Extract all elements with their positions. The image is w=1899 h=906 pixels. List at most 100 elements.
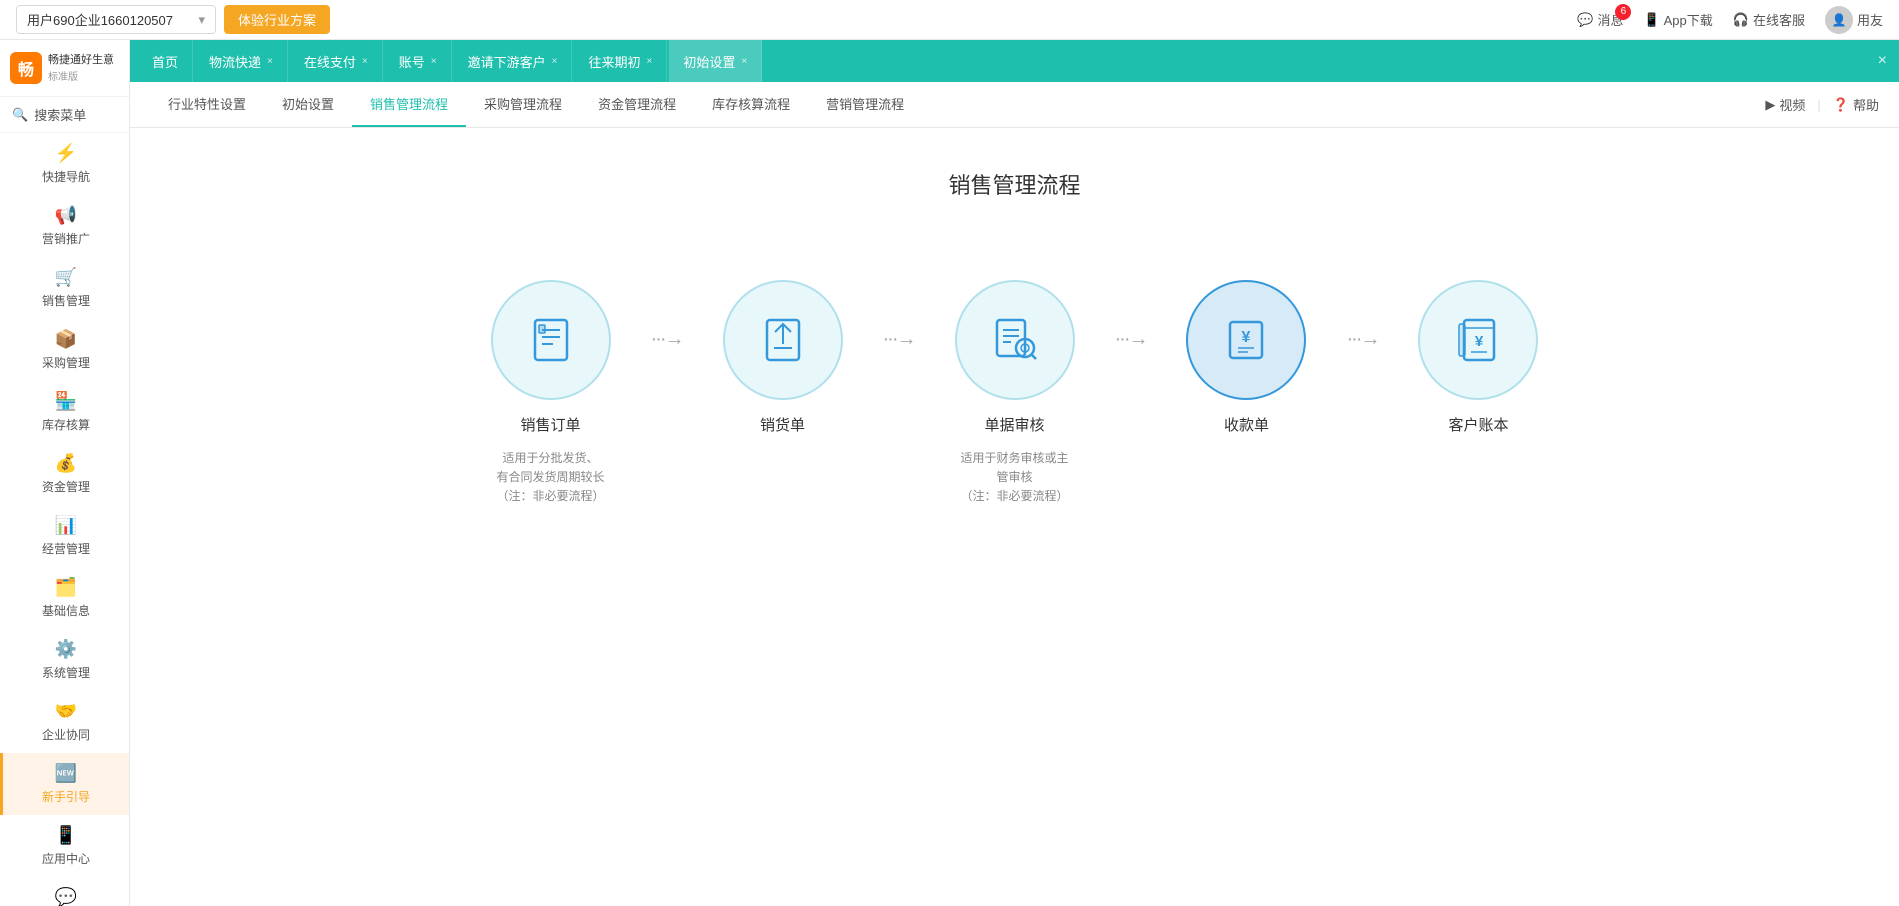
nav-tabs: 首页 物流快递 × 在线支付 × 账号 × 邀请下游客户 × 往来期初 × [130, 40, 1899, 82]
sidebar-item-label: 企业协同 [42, 726, 90, 743]
sidebar-item-ops[interactable]: 📊 经营管理 [0, 505, 129, 567]
sales-order-label: 销售订单 [521, 414, 581, 435]
marketing-icon: 📢 [55, 205, 77, 226]
app-download-icon: 📱 [1643, 12, 1659, 28]
flow-step-doc-review: 单据审核 适用于财务审核或主 管审核 （注：非必要流程） [915, 280, 1115, 507]
flow-step-sales-order: 销售订单 适用于分批发货、 有合同发货周期较长 （注：非必要流程） [451, 280, 651, 507]
help-action[interactable]: ❓ 帮助 [1833, 95, 1879, 114]
experience-btn[interactable]: 体验行业方案 [224, 5, 330, 34]
sidebar-item-inventory[interactable]: 🏪 库存核算 [0, 381, 129, 443]
arrow-1: ···→ [651, 280, 683, 351]
close-logistics-icon[interactable]: × [267, 56, 273, 67]
finance-icon: 💰 [55, 453, 77, 474]
logo-icon: 畅 [10, 52, 42, 84]
video-label: 视频 [1779, 95, 1805, 114]
message-icon-item[interactable]: 💬 消息 6 [1577, 10, 1623, 29]
app-center-icon: 📱 [55, 825, 77, 846]
flow-step-customer-ledger: ¥ 客户账本 [1378, 280, 1578, 435]
help-label: 帮助 [1853, 95, 1879, 114]
sys-icon: ⚙️ [55, 639, 77, 660]
sidebar-item-enterprise-collab[interactable]: 🤝 企业协同 [0, 691, 129, 753]
sidebar-item-finance[interactable]: 💰 资金管理 [0, 443, 129, 505]
nav-tab-home[interactable]: 首页 [138, 40, 193, 82]
sidebar-item-label: 经营管理 [42, 540, 90, 557]
sub-tab-actions: ▶ 视频 | ❓ 帮助 [1765, 95, 1879, 114]
receipt-circle: ¥ [1186, 280, 1306, 400]
search-menu[interactable]: 🔍 搜索菜单 [0, 97, 129, 133]
video-action[interactable]: ▶ 视频 [1765, 95, 1805, 114]
sub-tabs: 行业特性设置 初始设置 销售管理流程 采购管理流程 资金管理流程 库存核算流程 … [130, 82, 1899, 128]
user-avatar-item[interactable]: 👤 用友 [1825, 6, 1883, 34]
doc-review-circle [955, 280, 1075, 400]
sidebar-item-basic-info[interactable]: 🗂️ 基础信息 [0, 567, 129, 629]
sidebar-item-app-center[interactable]: 📱 应用中心 [0, 815, 129, 877]
user-name-label: 用友 [1857, 10, 1883, 29]
sidebar-item-label: 资金管理 [42, 478, 90, 495]
video-icon: ▶ [1765, 97, 1775, 113]
sub-tab-sales-flow[interactable]: 销售管理流程 [352, 82, 466, 127]
ops-icon: 📊 [55, 515, 77, 536]
wechat-icon: 💬 [55, 887, 77, 906]
svg-text:¥: ¥ [1242, 329, 1251, 346]
user-select-label: 用户690企业1660120507 [27, 10, 173, 29]
close-init-settings-icon[interactable]: × [741, 56, 747, 67]
svg-text:¥: ¥ [1475, 333, 1484, 350]
sales-order-circle [491, 280, 611, 400]
online-service-label: 在线客服 [1753, 10, 1805, 29]
chevron-down-icon: ▾ [198, 12, 205, 28]
sidebar-item-label: 基础信息 [42, 602, 90, 619]
sales-invoice-label: 销货单 [760, 414, 805, 435]
search-icon: 🔍 [12, 107, 28, 123]
arrow-3: ···→ [1115, 280, 1147, 351]
top-bar-right: 💬 消息 6 📱 App下载 🎧 在线客服 👤 用友 [1577, 6, 1883, 34]
sub-tab-init[interactable]: 初始设置 [264, 82, 352, 127]
arrow-4: ···→ [1346, 280, 1378, 351]
sub-tab-inventory-flow[interactable]: 库存核算流程 [694, 82, 808, 127]
avatar: 👤 [1825, 6, 1853, 34]
doc-review-desc: 适用于财务审核或主 管审核 （注：非必要流程） [960, 449, 1068, 507]
receipt-label: 收款单 [1224, 414, 1269, 435]
sidebar-item-label: 应用中心 [42, 850, 90, 867]
close-all-tabs-button[interactable]: × [1878, 52, 1887, 70]
sub-tab-industry[interactable]: 行业特性设置 [150, 82, 264, 127]
sub-tab-purchase-flow[interactable]: 采购管理流程 [466, 82, 580, 127]
nav-tab-prev-period[interactable]: 往来期初 × [574, 40, 667, 82]
sidebar-item-sales-mgmt[interactable]: 🛒 销售管理 [0, 257, 129, 319]
nav-tab-invite[interactable]: 邀请下游客户 × [454, 40, 573, 82]
close-invite-icon[interactable]: × [552, 56, 558, 67]
sidebar-item-purchase-mgmt[interactable]: 📦 采购管理 [0, 319, 129, 381]
sub-tab-finance-flow[interactable]: 资金管理流程 [580, 82, 694, 127]
close-prev-period-icon[interactable]: × [646, 56, 652, 67]
nav-tab-payment[interactable]: 在线支付 × [290, 40, 383, 82]
page-title: 销售管理流程 [170, 168, 1859, 200]
inventory-icon: 🏪 [55, 391, 77, 412]
sidebar-item-marketing-promo[interactable]: 📢 营销推广 [0, 195, 129, 257]
nav-tab-init-settings[interactable]: 初始设置 × [669, 40, 762, 82]
logo-text: 畅捷通好生意 [48, 53, 114, 67]
sales-icon: 🛒 [55, 267, 77, 288]
layout: 畅 畅捷通好生意 标准版 🔍 搜索菜单 ⚡ 快捷导航 📢 营销推广 🛒 销售管理… [0, 40, 1899, 906]
sidebar-item-quick-nav[interactable]: ⚡ 快捷导航 [0, 133, 129, 195]
sidebar-item-enterprise-wechat[interactable]: 💬 企业微信 [0, 877, 129, 906]
sidebar-item-new-guide[interactable]: 🆕 新手引导 [0, 753, 129, 815]
nav-tab-logistics[interactable]: 物流快递 × [195, 40, 288, 82]
sidebar-item-label: 采购管理 [42, 354, 90, 371]
sidebar-item-label: 销售管理 [42, 292, 90, 309]
sub-tab-marketing-flow[interactable]: 营销管理流程 [808, 82, 922, 127]
app-download-label: App下载 [1664, 10, 1713, 29]
nav-tab-account[interactable]: 账号 × [385, 40, 452, 82]
search-menu-label: 搜索菜单 [34, 105, 86, 124]
message-icon: 💬 [1577, 12, 1593, 28]
message-badge: 6 [1615, 4, 1631, 20]
user-select-dropdown[interactable]: 用户690企业1660120507 ▾ [16, 5, 216, 34]
app-download-item[interactable]: 📱 App下载 [1643, 10, 1712, 29]
sidebar-item-label: 系统管理 [42, 664, 90, 681]
logo-area: 畅 畅捷通好生意 标准版 [0, 40, 129, 97]
close-payment-icon[interactable]: × [362, 56, 368, 67]
customer-ledger-label: 客户账本 [1448, 414, 1508, 435]
close-account-icon[interactable]: × [431, 56, 437, 67]
headset-icon: 🎧 [1733, 12, 1749, 28]
main-content: 首页 物流快递 × 在线支付 × 账号 × 邀请下游客户 × 往来期初 × [130, 40, 1899, 906]
online-service-item[interactable]: 🎧 在线客服 [1733, 10, 1805, 29]
sidebar-item-sys-mgmt[interactable]: ⚙️ 系统管理 [0, 629, 129, 691]
